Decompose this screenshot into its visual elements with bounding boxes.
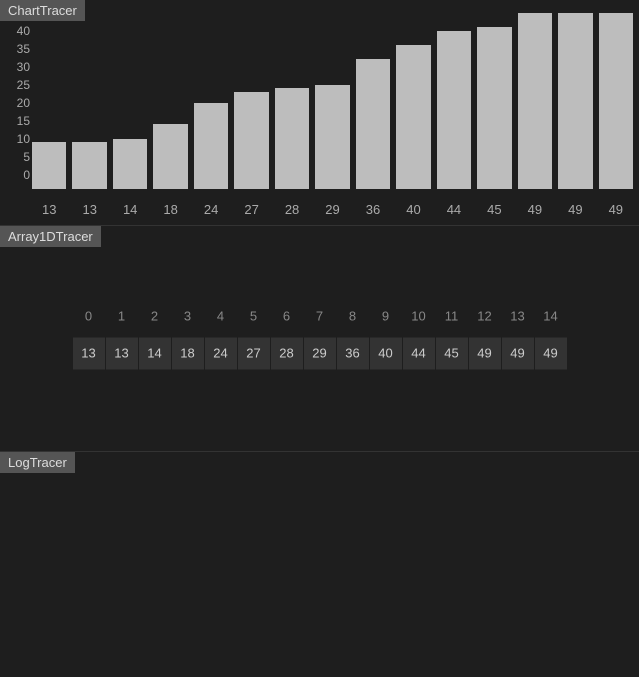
array-cell: 44 xyxy=(403,337,435,369)
array-cell: 27 xyxy=(238,337,270,369)
array-cell: 18 xyxy=(172,337,204,369)
array-cell: 28 xyxy=(271,337,303,369)
chart-bar xyxy=(315,85,349,189)
array-index: 14 xyxy=(535,308,567,323)
chart-bar-rect xyxy=(72,142,106,189)
chart-bars xyxy=(32,9,633,189)
chart-x-label: 28 xyxy=(275,202,309,217)
chart-x-labels: 13 13 14 18 24 27 28 29 36 40 44 45 49 49 49 xyxy=(32,202,633,217)
array-index-row: 01234567891011121314 xyxy=(73,308,567,323)
chart-tracer-panel: ChartTracer 40 35 30 25 20 15 10 5 0 13 13 14 18 24 2… xyxy=(0,0,639,226)
array-cell: 13 xyxy=(106,337,138,369)
chart-y-tick: 35 xyxy=(17,42,30,56)
chart-y-axis: 40 35 30 25 20 15 10 5 0 xyxy=(2,0,30,195)
chart-bar xyxy=(234,92,268,189)
chart-y-tick: 0 xyxy=(23,168,30,182)
chart-tracer-label: ChartTracer xyxy=(0,0,85,21)
chart-x-label: 40 xyxy=(396,202,430,217)
array-index: 7 xyxy=(304,308,336,323)
chart-bar-rect xyxy=(477,27,511,189)
chart-bar-rect xyxy=(315,85,349,189)
chart-bar-rect xyxy=(153,124,187,189)
chart-bar xyxy=(396,45,430,189)
array-index: 3 xyxy=(172,308,204,323)
array-cell: 49 xyxy=(502,337,534,369)
array-content: 01234567891011121314 1313141824272829364… xyxy=(73,308,567,369)
chart-x-label: 49 xyxy=(518,202,552,217)
array-cell: 49 xyxy=(469,337,501,369)
chart-x-label: 13 xyxy=(72,202,106,217)
array-cell: 14 xyxy=(139,337,171,369)
array-index: 5 xyxy=(238,308,270,323)
chart-bar xyxy=(477,27,511,189)
array-cell: 40 xyxy=(370,337,402,369)
log-tracer-panel: LogTracer xyxy=(0,452,639,677)
chart-bar xyxy=(113,139,147,189)
array-index: 9 xyxy=(370,308,402,323)
chart-bar xyxy=(32,142,66,189)
chart-x-label: 45 xyxy=(477,202,511,217)
array-tracer-label: Array1DTracer xyxy=(0,226,101,247)
chart-y-tick: 5 xyxy=(23,150,30,164)
array-cell: 36 xyxy=(337,337,369,369)
array-index: 0 xyxy=(73,308,105,323)
chart-x-label: 29 xyxy=(315,202,349,217)
chart-y-tick: 40 xyxy=(17,24,30,38)
chart-bar-rect xyxy=(437,31,471,189)
chart-area: 4035302520151050 13131418242728293640444… xyxy=(18,0,639,195)
chart-bar xyxy=(194,103,228,189)
array-index: 13 xyxy=(502,308,534,323)
chart-x-label: 13 xyxy=(32,202,66,217)
array-cell: 45 xyxy=(436,337,468,369)
chart-y-tick: 10 xyxy=(17,132,30,146)
chart-bar xyxy=(558,13,592,189)
chart-bar-rect xyxy=(113,139,147,189)
chart-bar-rect xyxy=(194,103,228,189)
array-index: 12 xyxy=(469,308,501,323)
array-index: 4 xyxy=(205,308,237,323)
chart-y-tick: 30 xyxy=(17,60,30,74)
log-tracer-label: LogTracer xyxy=(0,452,75,473)
array-index: 1 xyxy=(106,308,138,323)
chart-bar xyxy=(437,31,471,189)
chart-bar xyxy=(599,13,633,189)
chart-bar xyxy=(518,13,552,189)
chart-bar xyxy=(72,142,106,189)
chart-x-label: 24 xyxy=(194,202,228,217)
chart-bar-rect xyxy=(518,13,552,189)
chart-bar-rect xyxy=(396,45,430,189)
chart-x-label: 36 xyxy=(356,202,390,217)
chart-y-tick: 20 xyxy=(17,96,30,110)
array-index: 10 xyxy=(403,308,435,323)
array-cell: 13 xyxy=(73,337,105,369)
chart-x-label: 14 xyxy=(113,202,147,217)
array-cell: 24 xyxy=(205,337,237,369)
chart-bar-rect xyxy=(32,142,66,189)
chart-x-label: 18 xyxy=(153,202,187,217)
chart-x-label: 49 xyxy=(599,202,633,217)
chart-x-label: 27 xyxy=(234,202,268,217)
array-index: 6 xyxy=(271,308,303,323)
array-cell: 29 xyxy=(304,337,336,369)
chart-y-tick: 15 xyxy=(17,114,30,128)
array-index: 2 xyxy=(139,308,171,323)
chart-bar xyxy=(275,88,309,189)
chart-bar xyxy=(356,59,390,189)
chart-bar-rect xyxy=(234,92,268,189)
chart-bar xyxy=(153,124,187,189)
chart-bar-rect xyxy=(275,88,309,189)
array-tracer-panel: Array1DTracer 01234567891011121314 13131… xyxy=(0,226,639,452)
array-cell-row: 131314182427282936404445494949 xyxy=(73,337,567,369)
chart-bar-rect xyxy=(356,59,390,189)
array-index: 8 xyxy=(337,308,369,323)
chart-bar-rect xyxy=(558,13,592,189)
array-index: 11 xyxy=(436,308,468,323)
chart-bar-rect xyxy=(599,13,633,189)
array-cell: 49 xyxy=(535,337,567,369)
chart-y-tick: 25 xyxy=(17,78,30,92)
chart-x-label: 49 xyxy=(558,202,592,217)
chart-x-label: 44 xyxy=(437,202,471,217)
